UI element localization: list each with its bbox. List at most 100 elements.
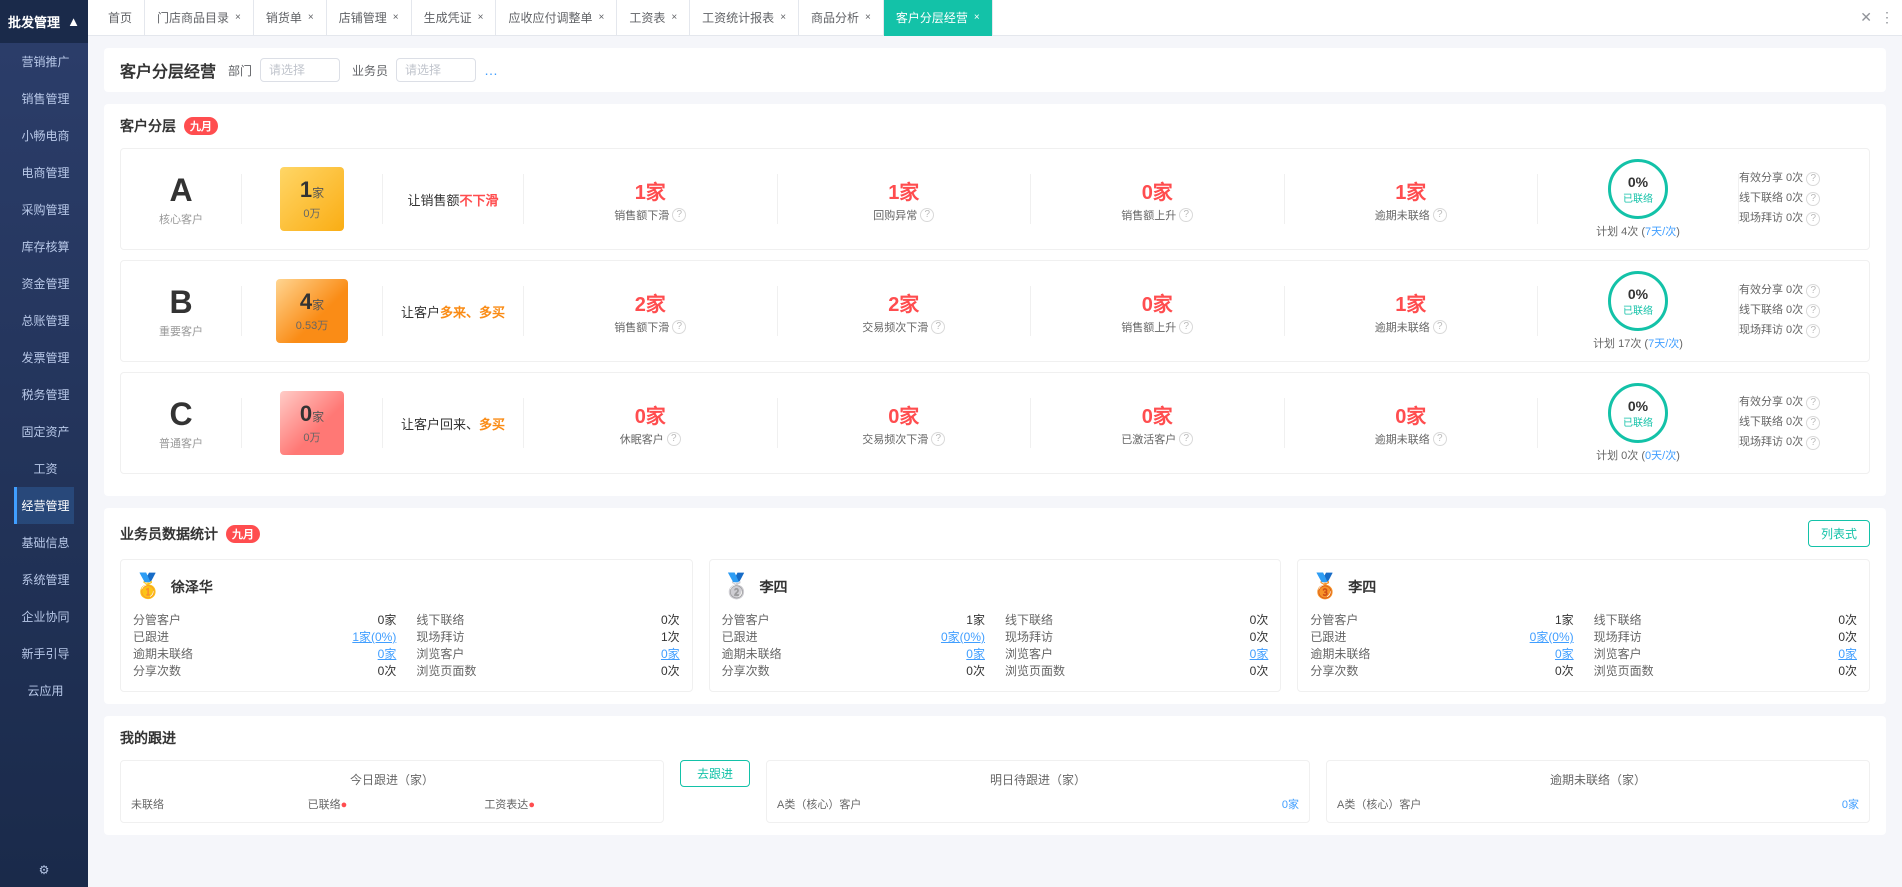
follow-section: 我的跟进 今日跟进（家） 未联络 已联络● 工资表达● 去跟进 明日待跟进（家） bbox=[104, 716, 1886, 835]
sidebar-item-新手引导[interactable]: 新手引导 bbox=[14, 635, 73, 672]
tab-首页[interactable]: 首页 bbox=[96, 0, 145, 36]
a-tier-val: 0家 bbox=[1282, 796, 1299, 812]
tab-close-门店商品目录[interactable]: × bbox=[235, 12, 241, 23]
staff-filter: 业务员 请选择 … bbox=[352, 58, 498, 82]
tier-extra-B: 有效分享 0次 ?线下联络 0次 ?现场拜访 0次 ? bbox=[1739, 281, 1869, 340]
info-extra-现场拜访[interactable]: ? bbox=[1806, 324, 1820, 338]
staff-stat-left: 已跟进1家(0%) bbox=[133, 628, 396, 645]
staff-stat-right: 线下联络0次 bbox=[1005, 611, 1268, 628]
tier-label-B: B 重要客户 bbox=[121, 284, 241, 339]
info-icon-休眠客户[interactable]: ? bbox=[667, 432, 681, 446]
info-extra-现场拜访[interactable]: ? bbox=[1806, 212, 1820, 226]
today-follow-box: 今日跟进（家） 未联络 已联络● 工资表达● bbox=[120, 760, 664, 823]
info-icon-交易频次下滑[interactable]: ? bbox=[931, 320, 945, 334]
sidebar-item-营销推广[interactable]: 营销推广 bbox=[14, 43, 73, 80]
tier-rows: A 核心客户 1家 0万 让销售额不下滑 1家 销售额下滑 ? 1家 回购异常 … bbox=[120, 148, 1870, 474]
info-extra-有效分享[interactable]: ? bbox=[1806, 172, 1820, 186]
sidebar-item-固定资产[interactable]: 固定资产 bbox=[14, 413, 73, 450]
sidebar-item-云应用[interactable]: 云应用 bbox=[14, 672, 73, 709]
sidebar-item-销售管理[interactable]: 销售管理 bbox=[14, 80, 73, 117]
tier-stat-B-销售额上升: 0家 销售额上升 ? bbox=[1031, 284, 1284, 339]
info-icon-已激活客户[interactable]: ? bbox=[1179, 432, 1193, 446]
info-icon-交易频次下滑[interactable]: ? bbox=[931, 432, 945, 446]
tab-close-销货单[interactable]: × bbox=[308, 12, 314, 23]
info-icon-销售额上升[interactable]: ? bbox=[1179, 208, 1193, 222]
list-view-btn[interactable]: 列表式 bbox=[1808, 520, 1870, 547]
goto-follow-btn[interactable]: 去跟进 bbox=[680, 760, 750, 787]
tab-close-店铺管理[interactable]: × bbox=[393, 12, 399, 23]
sidebar-item-系统管理[interactable]: 系统管理 bbox=[14, 561, 73, 598]
tab-客户分层经营[interactable]: 客户分层经营× bbox=[884, 0, 993, 36]
sidebar-item-资金管理[interactable]: 资金管理 bbox=[14, 265, 73, 302]
sidebar-item-电商管理[interactable]: 电商管理 bbox=[14, 154, 73, 191]
sidebar-item-基础信息[interactable]: 基础信息 bbox=[14, 524, 73, 561]
info-extra-有效分享[interactable]: ? bbox=[1806, 396, 1820, 410]
tab-more[interactable]: ⋮ bbox=[1880, 9, 1894, 26]
tab-close-应收应付调整单[interactable]: × bbox=[598, 12, 604, 23]
info-extra-有效分享[interactable]: ? bbox=[1806, 284, 1820, 298]
staff-select[interactable]: 请选择 bbox=[396, 58, 476, 82]
dept-select[interactable]: 请选择 bbox=[260, 58, 340, 82]
tab-工资表[interactable]: 工资表× bbox=[617, 0, 690, 36]
info-icon-逾期未联络[interactable]: ? bbox=[1433, 208, 1447, 222]
tab-生成凭证[interactable]: 生成凭证× bbox=[412, 0, 497, 36]
tab-门店商品目录[interactable]: 门店商品目录× bbox=[145, 0, 254, 36]
info-icon-销售额上升[interactable]: ? bbox=[1179, 320, 1193, 334]
tab-工资统计报表[interactable]: 工资统计报表× bbox=[690, 0, 799, 36]
dept-label: 部门 bbox=[228, 62, 252, 79]
info-icon-销售额下滑[interactable]: ? bbox=[672, 208, 686, 222]
extra-现场拜访: 现场拜访 0次 ? bbox=[1739, 433, 1869, 453]
sidebar-item-小畅电商[interactable]: 小畅电商 bbox=[14, 117, 73, 154]
tomorrow-follow-title: 明日待跟进（家） bbox=[777, 771, 1299, 788]
info-icon-回购异常[interactable]: ? bbox=[920, 208, 934, 222]
info-extra-线下联络[interactable]: ? bbox=[1806, 416, 1820, 430]
staff-stat-left: 已跟进0家(0%) bbox=[1310, 628, 1573, 645]
tab-actions: ✕ ⋮ bbox=[1860, 9, 1894, 26]
tab-店铺管理[interactable]: 店铺管理× bbox=[327, 0, 412, 36]
settings-icon[interactable]: ⚙ bbox=[0, 853, 88, 887]
sidebar-item-工资[interactable]: 工资 bbox=[14, 450, 73, 487]
sidebar-item-总账管理[interactable]: 总账管理 bbox=[14, 302, 73, 339]
info-icon-逾期未联络[interactable]: ? bbox=[1433, 320, 1447, 334]
info-extra-线下联络[interactable]: ? bbox=[1806, 192, 1820, 206]
tab-应收应付调整单[interactable]: 应收应付调整单× bbox=[496, 0, 617, 36]
staff-stat-right: 浏览页面数0次 bbox=[416, 662, 679, 679]
sidebar-item-税务管理[interactable]: 税务管理 bbox=[14, 376, 73, 413]
info-extra-现场拜访[interactable]: ? bbox=[1806, 436, 1820, 450]
info-icon-销售额下滑[interactable]: ? bbox=[672, 320, 686, 334]
staff-name-row: 🥈 李四 bbox=[722, 572, 1269, 601]
tab-close-客户分层经营[interactable]: × bbox=[974, 12, 980, 23]
staff-name-row: 🥉 李四 bbox=[1310, 572, 1857, 601]
sidebar-toggle-icon[interactable]: ▲ bbox=[67, 14, 80, 29]
staff-rank-icon: 🥇 bbox=[133, 572, 163, 601]
overdue-a-label: A类（核心）客户 bbox=[1337, 796, 1421, 812]
sidebar-item-库存核算[interactable]: 库存核算 bbox=[14, 228, 73, 265]
staff-stat-left: 分享次数0次 bbox=[722, 662, 985, 679]
sidebar-header[interactable]: 批发管理 ▲ bbox=[0, 0, 88, 43]
tab-close-工资统计报表[interactable]: × bbox=[780, 12, 786, 23]
staff-stat-left: 逾期未联络0家 bbox=[722, 645, 985, 662]
sidebar-item-企业协同[interactable]: 企业协同 bbox=[14, 598, 73, 635]
more-filter-btn[interactable]: … bbox=[484, 62, 498, 78]
sidebar-item-发票管理[interactable]: 发票管理 bbox=[14, 339, 73, 376]
tab-close-工资表[interactable]: × bbox=[671, 12, 677, 23]
tier-stat-C-休眠客户: 0家 休眠客户 ? bbox=[524, 396, 777, 451]
staff-stat-right: 现场拜访0次 bbox=[1594, 628, 1857, 645]
tomorrow-row-1: A类（核心）客户 0家 bbox=[777, 796, 1299, 812]
staff-title: 业务员数据统计 九月 bbox=[120, 524, 260, 544]
tab-close-商品分析[interactable]: × bbox=[865, 12, 871, 23]
tab-close-生成凭证[interactable]: × bbox=[478, 12, 484, 23]
sidebar-item-经营管理[interactable]: 经营管理 bbox=[14, 487, 73, 524]
tab-close-all[interactable]: ✕ bbox=[1860, 9, 1872, 26]
tab-销货单[interactable]: 销货单× bbox=[254, 0, 327, 36]
overdue-title: 逾期未联络（家） bbox=[1337, 771, 1859, 788]
tab-商品分析[interactable]: 商品分析× bbox=[799, 0, 884, 36]
staff-card-徐泽华-0: 🥇 徐泽华 分管客户0家已跟进1家(0%)逾期未联络0家分享次数0次 线下联络0… bbox=[120, 559, 693, 692]
sidebar-item-采购管理[interactable]: 采购管理 bbox=[14, 191, 73, 228]
customer-tier-section: 客户分层 九月 A 核心客户 1家 0万 让销售额不下滑 1家 销售额下滑 ? bbox=[104, 104, 1886, 496]
info-icon-逾期未联络[interactable]: ? bbox=[1433, 432, 1447, 446]
extra-有效分享: 有效分享 0次 ? bbox=[1739, 393, 1869, 413]
staff-rank-icon: 🥈 bbox=[722, 572, 752, 601]
info-extra-线下联络[interactable]: ? bbox=[1806, 304, 1820, 318]
tier-suggestion-B: 让客户多来、多买 bbox=[383, 302, 523, 321]
